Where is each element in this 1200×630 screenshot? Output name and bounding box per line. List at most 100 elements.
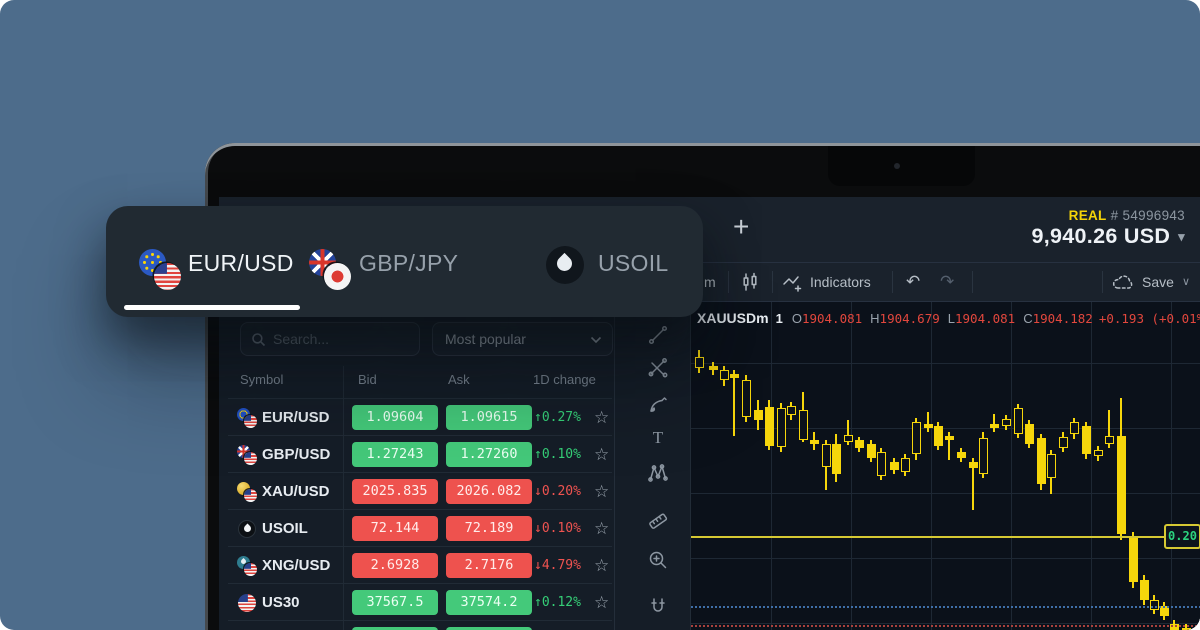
column-header-symbol[interactable]: Symbol <box>240 372 283 387</box>
daily-change: ↓0.20% <box>534 473 592 510</box>
xabcd-pattern-tool-icon[interactable] <box>647 462 669 484</box>
current-price-line <box>691 536 1165 538</box>
symbol-icon <box>237 593 257 613</box>
chevron-down-icon: ▾ <box>1178 229 1185 244</box>
brush-tool-icon[interactable] <box>647 393 669 415</box>
watchlist-row[interactable]: XAU/USD 2025.835 2026.082↓0.20%☆ <box>228 472 612 509</box>
toolbar-divider <box>772 271 773 293</box>
webcam-dot <box>894 163 900 169</box>
balance-value: 9,940.26 USD <box>1032 224 1171 248</box>
daily-change: ↓0.10% <box>534 510 592 547</box>
filter-selected-value: Most popular <box>445 331 526 347</box>
daily-change: ↑0.12% <box>534 584 592 621</box>
cloud-save-icon[interactable] <box>1112 273 1136 296</box>
ask-button[interactable]: 1.09615 <box>446 405 532 430</box>
symbol-icon <box>237 556 257 576</box>
bid-button[interactable]: 72.144 <box>352 516 438 541</box>
filter-dropdown[interactable]: Most popular <box>432 322 613 356</box>
ruler-tool-icon[interactable] <box>647 510 669 532</box>
indicators-button[interactable]: Indicators <box>810 262 871 302</box>
price-line-label: 0.20 <box>1164 524 1200 549</box>
watchlist-row[interactable]: XNG/USD 2.6928 2.7176↓4.79%☆ <box>228 546 612 583</box>
active-tab-underline <box>124 305 300 310</box>
bid-button[interactable]: 37567.5 <box>352 590 438 615</box>
add-chart-tab-button[interactable]: + <box>733 211 749 243</box>
ask-button[interactable]: 37574.2 <box>446 590 532 615</box>
column-header-1d-change[interactable]: 1D change <box>533 372 596 387</box>
jp-flag-icon <box>324 263 351 290</box>
tab-gbp-jpy[interactable]: GBP/JPY <box>309 206 541 317</box>
watchlist-row[interactable]: USOIL 72.144 72.189↓0.10%☆ <box>228 509 612 546</box>
price-chart[interactable]: 0.20 XAUUSDm1O1904.081H1904.679L1904.081… <box>690 302 1200 630</box>
oil-drop-icon <box>546 246 584 284</box>
favorite-star-icon[interactable]: ☆ <box>594 399 609 436</box>
column-header-bid[interactable]: Bid <box>358 372 377 387</box>
close-value: 1904.182 <box>1033 311 1093 326</box>
instrument-switcher-pill: EUR/USD GBP/JPY USOIL <box>106 206 703 317</box>
watchlist-row[interactable]: EUR/USD 1.09604 1.09615↑0.27%☆ <box>228 398 612 435</box>
bid-button[interactable]: 2.6928 <box>352 553 438 578</box>
change-value: +0.193 (+0.01%) <box>1099 311 1200 326</box>
symbol-icon <box>237 482 257 502</box>
daily-change: ↑0.27% <box>534 399 592 436</box>
ask-button[interactable]: 2.7176 <box>446 553 532 578</box>
favorite-star-icon[interactable]: ☆ <box>594 473 609 510</box>
bid-button[interactable]: 1.09604 <box>352 405 438 430</box>
search-icon <box>251 332 266 347</box>
open-label: O <box>792 311 802 326</box>
favorite-star-icon[interactable]: ☆ <box>594 436 609 473</box>
daily-change: ↑0.10% <box>534 436 592 473</box>
high-value: 1904.679 <box>880 311 940 326</box>
trendline-tool-icon[interactable] <box>647 324 669 346</box>
ask-button[interactable]: 72.189 <box>446 516 532 541</box>
toolbar-divider <box>892 271 893 293</box>
magnet-tool-icon[interactable] <box>647 596 669 618</box>
favorite-star-icon[interactable]: ☆ <box>594 584 609 621</box>
column-header-ask[interactable]: Ask <box>448 372 470 387</box>
save-chevron-icon[interactable]: ∨ <box>1182 262 1190 302</box>
watchlist-row[interactable]: US3037567.537574.2↑0.12%☆ <box>228 583 612 620</box>
zoom-in-tool-icon[interactable] <box>647 549 669 571</box>
low-value: 1904.081 <box>955 311 1015 326</box>
toolbar-divider <box>1102 271 1103 293</box>
account-balance-dropdown[interactable]: 9,940.26 USD ▾ <box>880 224 1185 249</box>
candlestick-style-icon[interactable] <box>740 272 760 297</box>
open-value: 1904.081 <box>802 311 862 326</box>
account-number: # 54996943 <box>1111 208 1185 223</box>
text-tool-icon[interactable]: T <box>647 426 669 448</box>
favorite-star-icon[interactable]: ☆ <box>594 510 609 547</box>
symbol-label: EUR/USD <box>262 399 330 436</box>
symbol-label: USOIL <box>262 510 308 547</box>
close-label: C <box>1023 311 1032 326</box>
search-input[interactable]: Search... <box>240 322 420 356</box>
watchlist-row[interactable]: GBP/USD1.272431.27260↑0.10%☆ <box>228 435 612 472</box>
favorite-star-icon[interactable]: ☆ <box>594 547 609 584</box>
bid-button[interactable]: 2025.835 <box>352 479 438 504</box>
symbol-icon <box>237 445 257 465</box>
ask-button[interactable]: 2026.082 <box>446 479 532 504</box>
search-placeholder: Search... <box>273 331 329 347</box>
tab-label: EUR/USD <box>188 250 294 277</box>
watchlist-row-partial[interactable] <box>228 620 612 630</box>
trend-lines-tool-icon[interactable] <box>647 357 669 379</box>
laptop-camera-notch <box>828 146 975 186</box>
ask-button[interactable]: 1.27260 <box>446 442 532 467</box>
account-type-badge: REAL <box>1069 208 1107 223</box>
symbol-label: XNG/USD <box>262 547 330 584</box>
toolbar-divider <box>728 271 729 293</box>
tab-eur-usd[interactable]: EUR/USD <box>124 206 309 317</box>
save-button[interactable]: Save <box>1142 262 1174 302</box>
redo-icon[interactable]: ↷ <box>940 262 954 302</box>
account-info: REAL # 54996943 <box>880 208 1185 223</box>
ohlc-info-bar: XAUUSDm1O1904.081H1904.679L1904.081C1904… <box>697 310 1200 326</box>
chart-timeframe: 1 <box>776 311 783 326</box>
undo-icon[interactable]: ↶ <box>906 262 920 302</box>
symbol-icon <box>237 519 257 539</box>
bid-button[interactable]: 1.27243 <box>352 442 438 467</box>
tab-usoil[interactable]: USOIL <box>546 206 686 317</box>
indicators-icon[interactable] <box>782 273 804 298</box>
svg-text:T: T <box>653 428 664 447</box>
symbol-label: XAU/USD <box>262 473 330 510</box>
timeframe-button[interactable]: m <box>704 262 716 302</box>
daily-change: ↓4.79% <box>534 547 592 584</box>
